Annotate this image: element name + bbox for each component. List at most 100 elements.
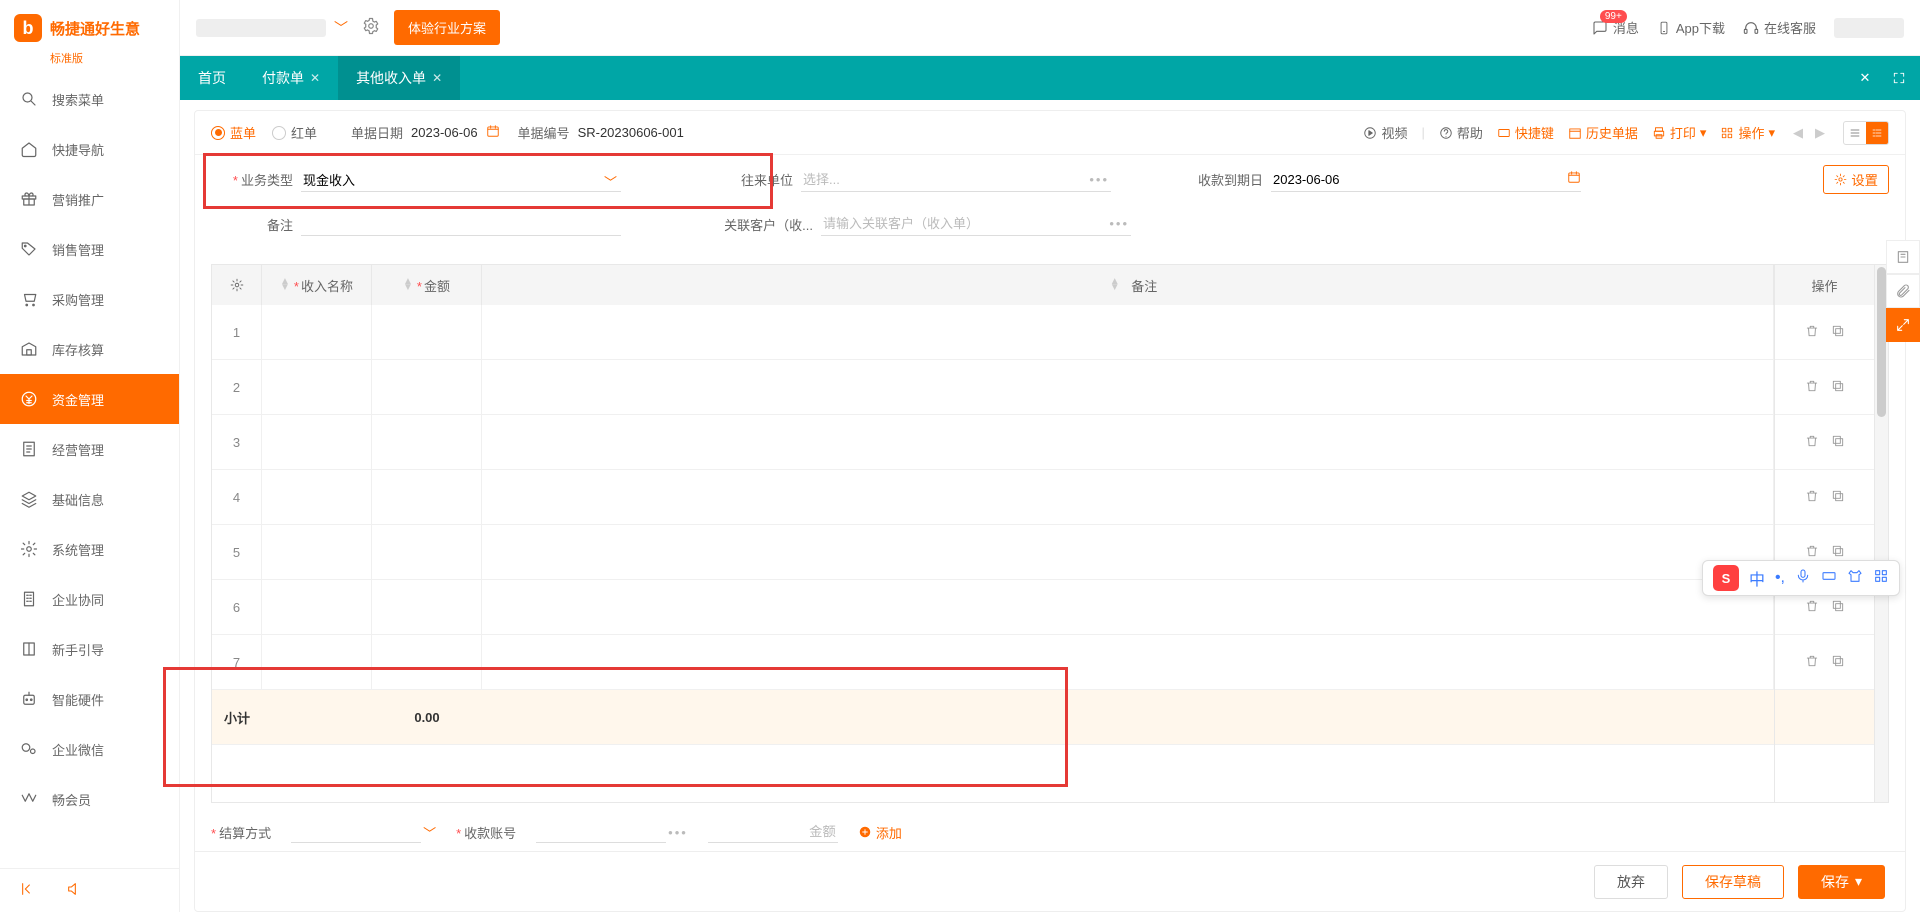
table-row[interactable]: 3 xyxy=(212,415,1774,470)
sidebar-item-coop[interactable]: 企业协同 xyxy=(0,574,179,624)
messages-button[interactable]: 99+ 消息 xyxy=(1592,18,1639,37)
table-row[interactable]: 4 xyxy=(212,470,1774,525)
more-icon[interactable]: ••• xyxy=(1089,172,1109,187)
trial-button[interactable]: 体验行业方案 xyxy=(394,10,500,45)
edge-attachment-icon[interactable] xyxy=(1886,274,1920,308)
chevron-down-icon[interactable]: ﹀ xyxy=(423,823,436,842)
sidebar-item-purchase[interactable]: 采购管理 xyxy=(0,274,179,324)
grid-scrollbar[interactable] xyxy=(1874,265,1888,802)
ime-lang[interactable]: 中 xyxy=(1749,566,1765,590)
delete-row-icon[interactable] xyxy=(1805,324,1819,341)
sidebar-item-quicknav[interactable]: 快捷导航 xyxy=(0,124,179,174)
org-selector[interactable]: ﹀ xyxy=(196,18,348,38)
edge-note-icon[interactable] xyxy=(1886,240,1920,274)
user-avatar[interactable] xyxy=(1834,18,1904,38)
sidebar-item-funds[interactable]: 资金管理 xyxy=(0,374,179,424)
copy-row-icon[interactable] xyxy=(1831,654,1845,671)
chevron-down-icon[interactable]: ﹀ xyxy=(604,172,617,191)
sidebar-item-system[interactable]: 系统管理 xyxy=(0,524,179,574)
calendar-icon[interactable] xyxy=(486,124,500,141)
copy-row-icon[interactable] xyxy=(1831,379,1845,396)
table-row[interactable]: 6 xyxy=(212,580,1774,635)
save-button[interactable]: 保存▾ xyxy=(1798,865,1885,899)
calendar-icon[interactable] xyxy=(1567,170,1581,187)
sidebar-item-guide[interactable]: 新手引导 xyxy=(0,624,179,674)
close-icon[interactable]: ✕ xyxy=(310,71,320,85)
prev-record-icon[interactable]: ◀ xyxy=(1789,125,1807,141)
biz-type-input[interactable] xyxy=(301,168,621,192)
ime-punct-icon[interactable]: •, xyxy=(1775,569,1785,587)
view-compact-icon[interactable] xyxy=(1866,122,1888,144)
delete-row-icon[interactable] xyxy=(1805,379,1819,396)
history-button[interactable]: 历史单据 xyxy=(1568,123,1638,142)
next-record-icon[interactable]: ▶ xyxy=(1811,125,1829,141)
copy-row-icon[interactable] xyxy=(1831,599,1845,616)
collapse-icon[interactable] xyxy=(20,881,36,900)
radio-red[interactable]: 红单 xyxy=(272,123,317,142)
table-row[interactable]: 1 xyxy=(212,305,1774,360)
sidebar-item-vip[interactable]: 畅会员 xyxy=(0,774,179,824)
add-settlement-button[interactable]: 添加 xyxy=(858,823,902,842)
sidebar-item-operation[interactable]: 经营管理 xyxy=(0,424,179,474)
amount-input[interactable] xyxy=(708,821,838,843)
ime-keyboard-icon[interactable] xyxy=(1821,568,1837,589)
due-date-input[interactable] xyxy=(1271,168,1581,192)
relcust-input[interactable] xyxy=(821,212,1131,236)
delete-row-icon[interactable] xyxy=(1805,654,1819,671)
discard-button[interactable]: 放弃 xyxy=(1594,865,1668,899)
delete-row-icon[interactable] xyxy=(1805,599,1819,616)
date-value[interactable]: 2023-06-06 xyxy=(411,125,478,140)
shortcut-button[interactable]: 快捷键 xyxy=(1497,123,1554,142)
form-settings-button[interactable]: 设置 xyxy=(1823,165,1889,194)
print-button[interactable]: 打印▾ xyxy=(1652,123,1707,142)
ime-toolbox-icon[interactable] xyxy=(1873,568,1889,589)
col-remark[interactable]: ▲▼ 备注 xyxy=(482,265,1774,305)
radio-blue[interactable]: 蓝单 xyxy=(211,123,256,142)
more-icon[interactable]: ••• xyxy=(668,825,688,840)
sidebar-item-hardware[interactable]: 智能硬件 xyxy=(0,674,179,724)
ime-toolbar[interactable]: S 中 •, xyxy=(1702,560,1900,596)
delete-row-icon[interactable] xyxy=(1805,434,1819,451)
close-icon[interactable]: ✕ xyxy=(432,71,442,85)
help-button[interactable]: 帮助 xyxy=(1439,123,1483,142)
tab-other-income[interactable]: 其他收入单✕ xyxy=(338,56,460,100)
table-row[interactable]: 5 xyxy=(212,525,1774,580)
tab-payment[interactable]: 付款单✕ xyxy=(244,56,338,100)
ime-mic-icon[interactable] xyxy=(1795,568,1811,589)
ime-skin-icon[interactable] xyxy=(1847,568,1863,589)
remark-input[interactable] xyxy=(301,212,621,236)
copy-row-icon[interactable] xyxy=(1831,544,1845,561)
table-row[interactable]: 2 xyxy=(212,360,1774,415)
sidebar-item-basic[interactable]: 基础信息 xyxy=(0,474,179,524)
scrollbar-thumb[interactable] xyxy=(1877,267,1886,417)
more-icon[interactable]: ••• xyxy=(1109,216,1129,231)
account-input[interactable] xyxy=(536,821,666,843)
tab-close-all-icon[interactable]: ✕ xyxy=(1854,67,1876,89)
settings-icon[interactable] xyxy=(362,17,380,38)
tab-home[interactable]: 首页 xyxy=(180,56,244,100)
settle-method-input[interactable] xyxy=(291,821,421,843)
customer-service-button[interactable]: 在线客服 xyxy=(1743,18,1816,37)
video-button[interactable]: 视频 xyxy=(1363,123,1407,142)
fullscreen-icon[interactable] xyxy=(1888,67,1910,89)
operation-button[interactable]: 操作▾ xyxy=(1720,123,1775,142)
view-list-icon[interactable] xyxy=(1844,122,1866,144)
col-amount[interactable]: ▲▼金额 xyxy=(372,265,482,305)
sidebar-item-stock[interactable]: 库存核算 xyxy=(0,324,179,374)
sidebar-item-wecom[interactable]: 企业微信 xyxy=(0,724,179,774)
save-draft-button[interactable]: 保存草稿 xyxy=(1682,865,1784,899)
delete-row-icon[interactable] xyxy=(1805,489,1819,506)
sidebar-item-sales[interactable]: 销售管理 xyxy=(0,224,179,274)
sound-icon[interactable] xyxy=(66,881,82,900)
copy-row-icon[interactable] xyxy=(1831,489,1845,506)
copy-row-icon[interactable] xyxy=(1831,324,1845,341)
edge-expand-icon[interactable] xyxy=(1886,308,1920,342)
copy-row-icon[interactable] xyxy=(1831,434,1845,451)
sidebar-item-search[interactable]: 搜索菜单 xyxy=(0,74,179,124)
table-row[interactable]: 7 xyxy=(212,635,1774,690)
app-download-button[interactable]: App下载 xyxy=(1657,18,1725,37)
partner-input[interactable] xyxy=(801,168,1111,192)
delete-row-icon[interactable] xyxy=(1805,544,1819,561)
col-income-name[interactable]: ▲▼收入名称 xyxy=(262,265,372,305)
sidebar-item-marketing[interactable]: 营销推广 xyxy=(0,174,179,224)
